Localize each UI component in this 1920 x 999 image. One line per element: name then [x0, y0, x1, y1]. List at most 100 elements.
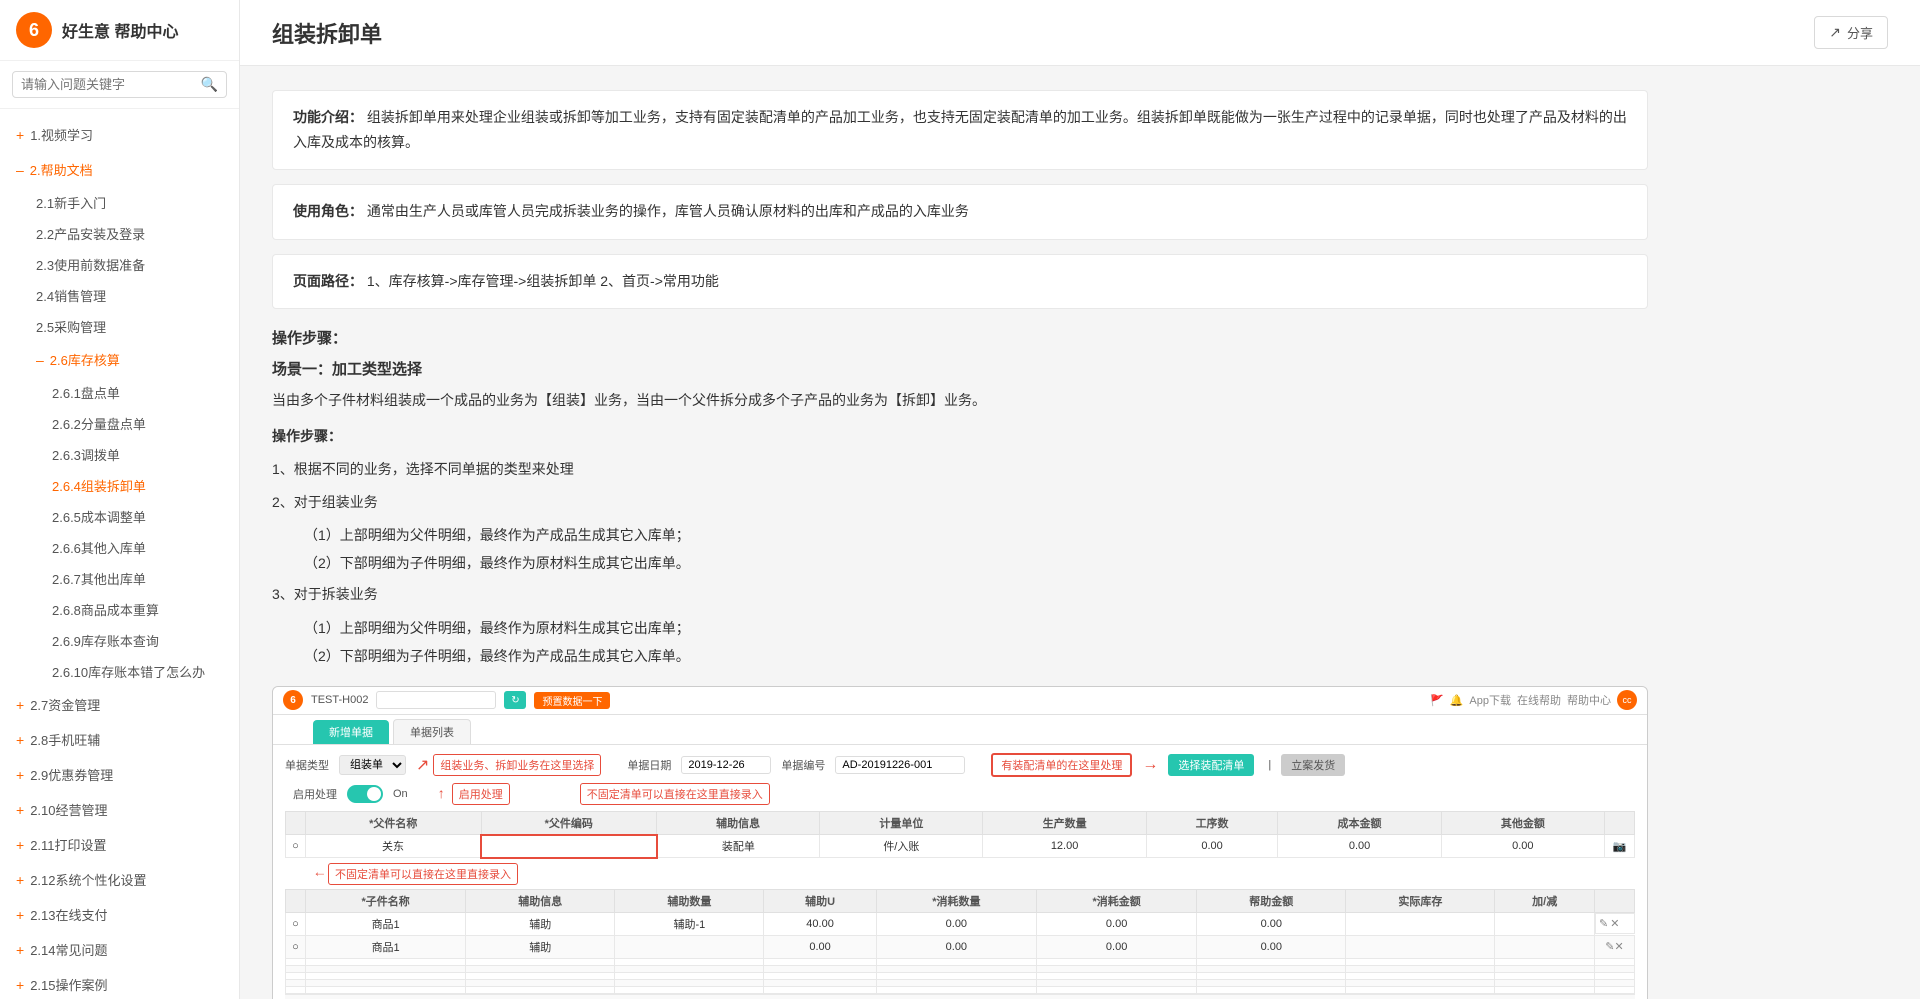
sidebar-item-partial-check[interactable]: 2.6.2分量盘点单: [0, 408, 239, 439]
screenshot-detail-head-row: *子件名称 辅助信息 辅助数量 辅助U *消耗数量 *消耗金额 帮助金额 实际库…: [286, 889, 1635, 912]
col-parent-code: *父件编码: [481, 811, 657, 835]
cell-proc-cnt: 0.00: [1146, 835, 1278, 858]
sidebar-item-purchase-mgmt[interactable]: 2.5采购管理: [0, 311, 239, 342]
plus-icon-print: +: [16, 837, 24, 853]
screenshot-detail-table-body: ○ 商品1 辅助 辅助-1 40.00 0.00 0.00 0.00 ✎✕: [286, 912, 1635, 993]
sidebar-item-cost-adj[interactable]: 2.6.5成本调整单: [0, 501, 239, 532]
path-text: 1、库存核算->库存管理->组装拆卸单 2、首页->常用功能: [367, 273, 719, 289]
cell-radio2[interactable]: ○: [286, 912, 306, 935]
plus-icon-coupon: +: [16, 767, 24, 783]
sidebar-item-inventory[interactable]: – 2.6库存核算: [0, 342, 239, 377]
screenshot-annotation4-area: ↑ 不固定清单可以直接在这里直接录入: [315, 863, 1635, 885]
sidebar-item-transfer[interactable]: 2.6.3调拨单: [0, 439, 239, 470]
annotation-arrow-1: ↗: [416, 755, 429, 775]
sidebar-item-coupon[interactable]: + 2.9优惠券管理: [0, 757, 239, 792]
annotation-arrow-3: ↑: [438, 785, 445, 801]
col-proc-cnt: 工序数: [1146, 811, 1278, 835]
sidebar-item-install-login[interactable]: 2.2产品安装及登录: [0, 218, 239, 249]
col-action2: [1595, 889, 1635, 912]
search-input[interactable]: [21, 77, 201, 92]
sidebar-item-ledger-error[interactable]: 2.6.10库存账本错了怎么办: [0, 656, 239, 687]
screenshot-detail-table-section: *子件名称 辅助信息 辅助数量 辅助U *消耗数量 *消耗金额 帮助金额 实际库…: [285, 889, 1635, 994]
role-label: 使用角色：: [293, 203, 363, 219]
sidebar-label-inventory: 2.6库存核算: [50, 350, 120, 369]
table-row: ○ 商品1 辅助 0.00 0.00 0.00 0.00 ✎✕: [286, 935, 1635, 958]
annotation-label-3: 启用处理: [452, 783, 510, 805]
role-block: 使用角色： 通常由生产人员或库管人员完成拆装业务的操作，库管人员确认原材料的出库…: [272, 184, 1648, 239]
sidebar-item-ledger-query[interactable]: 2.6.9库存账本查询: [0, 625, 239, 656]
col-child-name: *子件名称: [306, 889, 466, 912]
sidebar-item-mobile[interactable]: + 2.8手机旺辅: [0, 722, 239, 757]
screenshot-top-right: 🚩 🔔 App下载 在线帮助 帮助中心 cc: [1430, 690, 1637, 710]
cell-aux-info: 装配单: [657, 835, 820, 858]
sidebar-item-online-pay[interactable]: + 2.13在线支付: [0, 897, 239, 932]
sidebar-item-cases[interactable]: + 2.15操作案例: [0, 967, 239, 999]
screenshot-tab-active[interactable]: 新增单据: [313, 720, 389, 744]
cell-help-amt-1: 0.00: [1197, 912, 1346, 935]
sidebar-label-ops: 2.10经营管理: [30, 800, 107, 819]
table-row: [286, 979, 1635, 986]
screenshot-header-table-section: *父件名称 *父件编码 辅助信息 计量单位 生产数量 工序数 成本金额 其他金额: [285, 811, 1635, 859]
annotation-label-1: 组装业务、拆卸业务在这里选择: [433, 754, 601, 776]
screenshot-select-btn[interactable]: 选择装配清单: [1168, 754, 1254, 776]
page-title: 组装拆卸单: [272, 17, 382, 49]
col-consume-qty: *消耗数量: [876, 889, 1036, 912]
cell-aux-qty-1: 辅助-1: [615, 912, 764, 935]
screenshot-process-label: 启用处理: [293, 786, 337, 802]
sidebar-label-print: 2.11打印设置: [30, 835, 106, 854]
screenshot-no-input[interactable]: [835, 756, 965, 774]
sidebar-item-assembly[interactable]: 2.6.4组装拆卸单: [0, 470, 239, 501]
col-other-amount: 其他金额: [1441, 811, 1604, 835]
screenshot-top-bar: 6 TEST-H002 ↻ 预置数据一下 🚩 🔔 App下载 在线帮助 帮助中心…: [273, 687, 1647, 715]
step2-list: （1）上部明细为父件明细，最终作为产成品生成其它入库单； （2）下部明细为子件明…: [304, 521, 1648, 577]
sidebar-item-help-docs[interactable]: – 2.帮助文档: [0, 152, 239, 187]
cell-radio[interactable]: ○: [286, 835, 306, 858]
screenshot-new-order-btn[interactable]: 预置数据一下: [534, 692, 610, 709]
function-intro-label: 功能介绍：: [293, 109, 363, 125]
col-consume-amount: *消耗金额: [1036, 889, 1196, 912]
sidebar-item-personalize[interactable]: + 2.12系统个性化设置: [0, 862, 239, 897]
screenshot-no-label: 单据编号: [781, 757, 825, 773]
screenshot-confirm-btn[interactable]: 立案发货: [1281, 754, 1345, 776]
cell-aux-u-2: 0.00: [764, 935, 876, 958]
cell-ops[interactable]: 📷: [1605, 835, 1635, 858]
sidebar-item-other-in[interactable]: 2.6.6其他入库单: [0, 532, 239, 563]
step3-item2: （2）下部明细为子件明细，最终作为产成品生成其它入库单。: [304, 642, 1648, 670]
main-header: 组装拆卸单 ↗ 分享: [240, 0, 1920, 66]
sidebar-item-video[interactable]: + 1.视频学习: [0, 117, 239, 152]
sidebar-item-faq[interactable]: + 2.14常见问题: [0, 932, 239, 967]
cell-action-1[interactable]: ✎✕: [1595, 913, 1635, 934]
sidebar-item-fund-mgmt[interactable]: + 2.7资金管理: [0, 687, 239, 722]
table-row: [286, 972, 1635, 979]
sidebar-item-print[interactable]: + 2.11打印设置: [0, 827, 239, 862]
screenshot-date-input[interactable]: [681, 756, 771, 774]
step1-text: 1、根据不同的业务，选择不同单据的类型来处理: [272, 456, 1648, 483]
screenshot-tab-list[interactable]: 单据列表: [393, 719, 471, 744]
col-parent-name: *父件名称: [306, 811, 482, 835]
sidebar-item-data-prep[interactable]: 2.3使用前数据准备: [0, 249, 239, 280]
search-icon[interactable]: 🔍: [201, 76, 218, 93]
scene1-desc: 当由多个子件材料组装成一个成品的业务为【组装】业务，当由一个父件拆分成多个子产品…: [272, 387, 1648, 414]
sidebar-item-new-user[interactable]: 2.1新手入门: [0, 187, 239, 218]
annotation-notice: 有装配清单的在这里处理: [991, 753, 1132, 777]
sidebar-item-inventory-check[interactable]: 2.6.1盘点单: [0, 377, 239, 408]
cell-radio3[interactable]: ○: [286, 935, 306, 958]
sidebar-item-sales-mgmt[interactable]: 2.4销售管理: [0, 280, 239, 311]
sidebar-item-cost-recalc[interactable]: 2.6.8商品成本重算: [0, 594, 239, 625]
logo-icon: 6: [16, 12, 52, 48]
step3-text: 3、对于拆装业务: [272, 581, 1648, 608]
sidebar-item-other-out[interactable]: 2.6.7其他出库单: [0, 563, 239, 594]
screenshot-header-table-head-row: *父件名称 *父件编码 辅助信息 计量单位 生产数量 工序数 成本金额 其他金额: [286, 811, 1635, 835]
screenshot-toggle[interactable]: [347, 785, 383, 803]
col-aux-info2: 辅助信息: [466, 889, 615, 912]
screenshot-type-label: 单据类型: [285, 757, 329, 773]
screenshot-type-select[interactable]: 组装单 拆卸单: [339, 755, 406, 775]
sidebar-item-ops[interactable]: + 2.10经营管理: [0, 792, 239, 827]
cell-add-sub-2: [1495, 935, 1595, 958]
cell-action-2[interactable]: ✎✕: [1595, 935, 1635, 958]
sidebar-label-mobile: 2.8手机旺辅: [30, 730, 100, 749]
share-button[interactable]: ↗ 分享: [1814, 16, 1888, 49]
table-row: [286, 986, 1635, 993]
cell-aux-u-1: 40.00: [764, 912, 876, 935]
ops-title: 操作步骤：: [272, 327, 1648, 348]
